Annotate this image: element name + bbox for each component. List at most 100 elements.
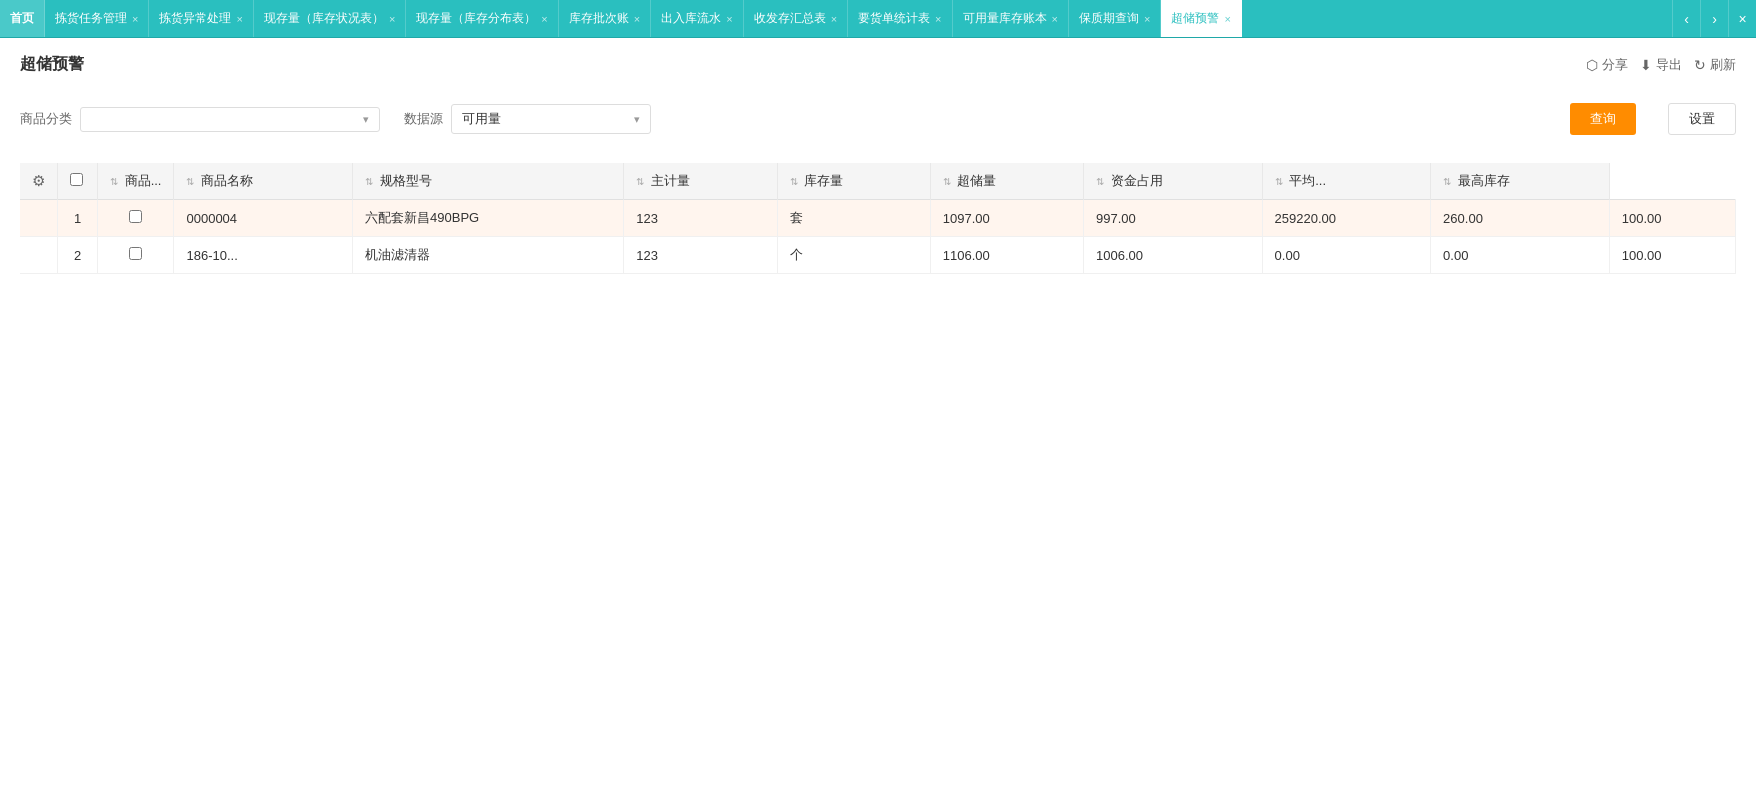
nav-tab-inout-flow[interactable]: 出入库流水 ×: [651, 0, 743, 38]
sort-icon: ⇅: [1275, 176, 1283, 187]
nav-tab-expiry-query[interactable]: 保质期查询 ×: [1069, 0, 1161, 38]
col-header-product-code[interactable]: ⇅ 商品...: [98, 163, 174, 200]
nav-arrow-left[interactable]: ‹: [1672, 0, 1700, 38]
col-header-avg-price[interactable]: ⇅ 平均...: [1262, 163, 1431, 200]
category-filter: 商品分类 ▾: [20, 107, 380, 132]
cell-product-code: 0000004: [174, 200, 353, 237]
row-index: 2: [58, 237, 98, 274]
nav-tab-summary[interactable]: 收发存汇总表 ×: [744, 0, 848, 38]
settings-button[interactable]: 设置: [1668, 103, 1736, 135]
nav-tab-overstock-warning[interactable]: 超储预警 ×: [1161, 0, 1241, 38]
table-row: 2 186-10... 机油滤清器 123 个 1106.00 1006.00 …: [20, 237, 1736, 274]
cell-max-stock: 100.00: [1609, 200, 1735, 237]
col-header-stock-qty[interactable]: ⇅ 库存量: [777, 163, 930, 200]
nav-tab-inventory-status[interactable]: 现存量（库存状况表） ×: [254, 0, 406, 38]
nav-tab-inventory-status-label: 现存量（库存状况表）: [264, 10, 384, 27]
nav-tab-order-stats-label: 要货单统计表: [858, 10, 930, 27]
sort-icon: ⇅: [790, 176, 798, 187]
category-label: 商品分类: [20, 110, 72, 128]
row-checkbox-cell[interactable]: [98, 200, 174, 237]
col-header-overstock-qty[interactable]: ⇅ 超储量: [930, 163, 1083, 200]
nav-tab-home-label: 首页: [10, 10, 34, 27]
col-label-max-stock: 最高库存: [1458, 173, 1510, 188]
close-icon[interactable]: ×: [236, 13, 242, 25]
close-icon[interactable]: ×: [831, 13, 837, 25]
col-label-avg-price: 平均...: [1289, 173, 1326, 188]
col-header-capital-usage[interactable]: ⇅ 资金占用: [1084, 163, 1263, 200]
page-header: 超储预警 ⬡ 分享 ⬇ 导出 ↻ 刷新: [20, 54, 1736, 75]
cell-spec: 123: [624, 237, 777, 274]
cell-product-name: 机油滤清器: [353, 237, 624, 274]
select-all-checkbox[interactable]: [70, 173, 83, 186]
nav-tab-expiry-query-label: 保质期查询: [1079, 10, 1139, 27]
export-button[interactable]: ⬇ 导出: [1640, 56, 1682, 74]
row-gear-cell: [20, 200, 58, 237]
col-header-product-name[interactable]: ⇅ 商品名称: [174, 163, 353, 200]
close-icon[interactable]: ×: [935, 13, 941, 25]
col-label-spec: 规格型号: [380, 173, 432, 188]
row-checkbox[interactable]: [129, 247, 142, 260]
close-icon[interactable]: ×: [389, 13, 395, 25]
chevron-down-icon: ▾: [634, 113, 640, 126]
nav-tab-home[interactable]: 首页: [0, 0, 45, 38]
cell-unit: 套: [777, 200, 930, 237]
nav-tab-picking-exception[interactable]: 拣货异常处理 ×: [149, 0, 253, 38]
row-checkbox-cell[interactable]: [98, 237, 174, 274]
sort-icon: ⇅: [636, 176, 644, 187]
chevron-down-icon: ▾: [363, 113, 369, 126]
nav-tab-picking-task[interactable]: 拣货任务管理 ×: [45, 0, 149, 38]
nav-arrow-close[interactable]: ×: [1728, 0, 1756, 38]
col-label-overstock-qty: 超储量: [957, 173, 996, 188]
col-header-unit[interactable]: ⇅ 主计量: [624, 163, 777, 200]
nav-tab-picking-task-label: 拣货任务管理: [55, 10, 127, 27]
datasource-select[interactable]: 可用量 ▾: [451, 104, 651, 134]
cell-overstock-qty: 1006.00: [1084, 237, 1263, 274]
row-gear-cell: [20, 237, 58, 274]
col-header-spec[interactable]: ⇅ 规格型号: [353, 163, 624, 200]
close-icon[interactable]: ×: [1144, 13, 1150, 25]
cell-product-code: 186-10...: [174, 237, 353, 274]
nav-arrow-right[interactable]: ›: [1700, 0, 1728, 38]
data-table: ⚙ ⇅ 商品... ⇅ 商品名称 ⇅ 规格型号 ⇅: [20, 163, 1736, 274]
sort-icon: ⇅: [186, 176, 194, 187]
share-label: 分享: [1602, 56, 1628, 74]
close-icon[interactable]: ×: [541, 13, 547, 25]
cell-overstock-qty: 997.00: [1084, 200, 1263, 237]
col-header-max-stock[interactable]: ⇅ 最高库存: [1431, 163, 1610, 200]
nav-tab-inventory-dist-label: 现存量（库存分布表）: [416, 10, 536, 27]
cell-spec: 123: [624, 200, 777, 237]
nav-tab-available-account[interactable]: 可用量库存账本 ×: [953, 0, 1069, 38]
cell-avg-price: 0.00: [1431, 237, 1610, 274]
col-label-product-code: 商品...: [125, 173, 162, 188]
datasource-filter: 数据源 可用量 ▾: [404, 104, 651, 134]
export-label: 导出: [1656, 56, 1682, 74]
sort-icon: ⇅: [110, 176, 118, 187]
checkbox-column-header[interactable]: [58, 163, 98, 200]
cell-unit: 个: [777, 237, 930, 274]
col-label-unit: 主计量: [651, 173, 690, 188]
filter-bar: 商品分类 ▾ 数据源 可用量 ▾ 查询 设置: [20, 91, 1736, 147]
share-icon: ⬡: [1586, 57, 1598, 73]
nav-tab-order-stats[interactable]: 要货单统计表 ×: [848, 0, 952, 38]
close-icon[interactable]: ×: [726, 13, 732, 25]
gear-icon[interactable]: ⚙: [32, 172, 45, 189]
nav-tab-batch-account-label: 库存批次账: [569, 10, 629, 27]
refresh-button[interactable]: ↻ 刷新: [1694, 56, 1736, 74]
query-button[interactable]: 查询: [1570, 103, 1636, 135]
row-checkbox[interactable]: [129, 210, 142, 223]
close-icon[interactable]: ×: [1224, 13, 1230, 25]
nav-tab-inventory-dist[interactable]: 现存量（库存分布表） ×: [406, 0, 558, 38]
close-icon[interactable]: ×: [634, 13, 640, 25]
category-select[interactable]: ▾: [80, 107, 380, 132]
nav-tab-inout-flow-label: 出入库流水: [661, 10, 721, 27]
share-button[interactable]: ⬡ 分享: [1586, 56, 1628, 74]
close-icon[interactable]: ×: [132, 13, 138, 25]
gear-column-header: ⚙: [20, 163, 58, 200]
cell-avg-price: 260.00: [1431, 200, 1610, 237]
nav-tab-overstock-warning-label: 超储预警: [1171, 10, 1219, 27]
nav-tab-available-account-label: 可用量库存账本: [963, 10, 1047, 27]
top-navigation: 首页 拣货任务管理 × 拣货异常处理 × 现存量（库存状况表） × 现存量（库存…: [0, 0, 1756, 38]
close-icon[interactable]: ×: [1052, 13, 1058, 25]
nav-tab-batch-account[interactable]: 库存批次账 ×: [559, 0, 651, 38]
col-label-capital-usage: 资金占用: [1111, 173, 1163, 188]
